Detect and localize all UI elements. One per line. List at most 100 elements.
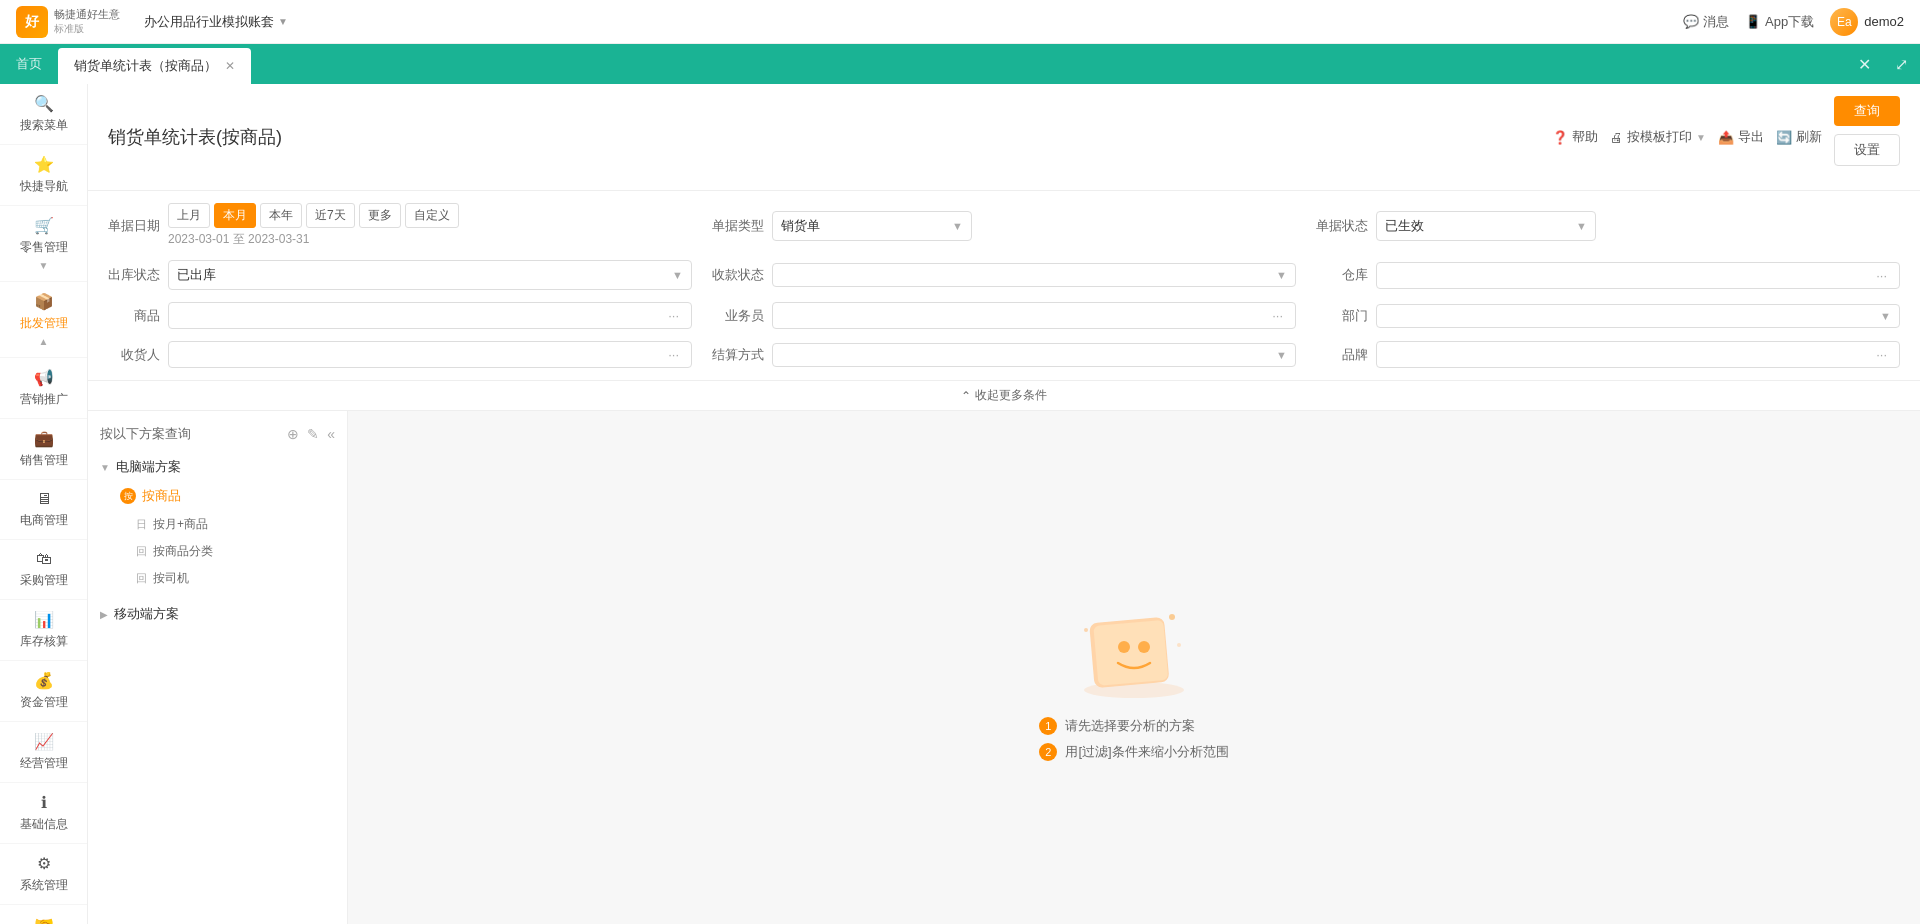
pc-group-label: 电脑端方案: [116, 458, 181, 476]
warehouse-ellipsis-icon[interactable]: ···: [1872, 268, 1891, 283]
filter-outstatus-item: 出库状态 已出库 ▼: [108, 260, 692, 290]
help-button[interactable]: ❓ 帮助: [1552, 128, 1598, 146]
nav-ecommerce-label: 电商管理: [20, 512, 68, 529]
hint-text-2: 用[过滤]条件来缩小分析范围: [1065, 743, 1228, 761]
salesperson-ellipsis-icon[interactable]: ···: [1268, 308, 1287, 323]
nav-enterprise[interactable]: 🤝 企业协同: [0, 905, 87, 924]
tab-window-close-icon[interactable]: ✕: [1846, 55, 1883, 74]
query-button[interactable]: 查询: [1834, 96, 1900, 126]
nav-search-menu[interactable]: 🔍 搜索菜单: [0, 84, 87, 145]
nav-marketing[interactable]: 📢 营销推广: [0, 358, 87, 419]
mobile-group-toggle-icon: ▶: [100, 609, 108, 620]
nav-system[interactable]: ⚙ 系统管理: [0, 844, 87, 905]
nav-retail-label: 零售管理: [20, 239, 68, 256]
filter-brand-input[interactable]: ···: [1376, 341, 1900, 368]
nav-wholesale[interactable]: 📦 批发管理 ▲: [0, 282, 87, 358]
filter-warehouse-label: 仓库: [1316, 266, 1376, 284]
nav-ecommerce[interactable]: 🖥 电商管理: [0, 480, 87, 540]
settings-button[interactable]: 设置: [1834, 134, 1900, 166]
mobile-group-label: 移动端方案: [114, 605, 179, 623]
filter-receiver-input[interactable]: ···: [168, 341, 692, 368]
scheme-item-by-month-goods[interactable]: 日 按月+商品: [88, 511, 347, 538]
empty-svg: [1064, 575, 1204, 705]
tab-home[interactable]: 首页: [0, 44, 58, 84]
tab-report[interactable]: 销货单统计表（按商品） ✕: [58, 48, 251, 84]
scheme-mobile-group-header[interactable]: ▶ 移动端方案: [88, 600, 347, 628]
hint-num-2: 2: [1039, 743, 1057, 761]
filter-docstatus-select[interactable]: 已生效 ▼: [1376, 211, 1596, 241]
by-goods-icon: 按: [120, 488, 136, 504]
scheme-pc-group-header[interactable]: ▼ 电脑端方案: [88, 453, 347, 481]
filter-docstatus-item: 单据状态 已生效 ▼: [1316, 211, 1900, 241]
export-label: 导出: [1738, 128, 1764, 146]
nav-sales[interactable]: 💼 销售管理: [0, 419, 87, 480]
by-cashier-label: 按司机: [153, 570, 189, 587]
goods-ellipsis-icon[interactable]: ···: [664, 308, 683, 323]
filter-salesperson-input[interactable]: ···: [772, 302, 1296, 329]
topbar: 好 畅捷通好生意 标准版 办公用品行业模拟账套 ▼ 💬 消息 📱 App下载 E…: [0, 0, 1920, 44]
filter-outstatus-label: 出库状态: [108, 266, 168, 284]
filter-goods-input[interactable]: ···: [168, 302, 692, 329]
print-button[interactable]: 🖨 按模板打印 ▼: [1610, 128, 1706, 146]
inventory-icon: 📊: [34, 610, 54, 629]
filter-payment-select[interactable]: ▼: [772, 343, 1296, 367]
tab-maximize-icon[interactable]: ⤢: [1883, 55, 1920, 74]
scheme-edit-icon[interactable]: ✎: [307, 426, 319, 442]
scheme-add-icon[interactable]: ⊕: [287, 426, 299, 442]
svg-point-6: [1084, 628, 1088, 632]
by-goods-cat-label: 按商品分类: [153, 543, 213, 560]
date-btn-prev-month[interactable]: 上月: [168, 203, 210, 228]
nav-basic[interactable]: ℹ 基础信息: [0, 783, 87, 844]
workspace-selector[interactable]: 办公用品行业模拟账套 ▼: [144, 13, 288, 31]
star-icon: ⭐: [34, 155, 54, 174]
scheme-collapse-icon[interactable]: «: [327, 426, 335, 442]
empty-hint-2: 2 用[过滤]条件来缩小分析范围: [1039, 743, 1228, 761]
outstatus-dropdown-icon: ▼: [672, 269, 683, 281]
basic-icon: ℹ: [41, 793, 47, 812]
filter-warehouse-input[interactable]: ···: [1376, 262, 1900, 289]
nav-finance[interactable]: 💰 资金管理: [0, 661, 87, 722]
date-btn-cur-year[interactable]: 本年: [260, 203, 302, 228]
collapse-btn[interactable]: ⌃ 收起更多条件: [961, 387, 1047, 404]
filter-dept-item: 部门 ▼: [1316, 304, 1900, 328]
date-btn-more[interactable]: 更多: [359, 203, 401, 228]
export-icon: 📤: [1718, 130, 1734, 145]
refresh-button[interactable]: 🔄 刷新: [1776, 128, 1822, 146]
scheme-item-by-goods[interactable]: 按 按商品: [88, 481, 347, 511]
collapse-row[interactable]: ⌃ 收起更多条件: [88, 381, 1920, 411]
filter-outstatus-select[interactable]: 已出库 ▼: [168, 260, 692, 290]
filter-doctype-select[interactable]: 销货单 ▼: [772, 211, 972, 241]
receiver-ellipsis-icon[interactable]: ···: [664, 347, 683, 362]
filter-row-2: 出库状态 已出库 ▼ 收款状态 ▼ 仓库: [108, 260, 1900, 290]
user-area[interactable]: Ea demo2: [1830, 8, 1904, 36]
message-button[interactable]: 💬 消息: [1683, 13, 1729, 31]
date-btn-7days[interactable]: 近7天: [306, 203, 355, 228]
filter-salesperson-item: 业务员 ···: [712, 302, 1296, 329]
scheme-item-by-goods-cat[interactable]: 回 按商品分类: [88, 538, 347, 565]
nav-quick-nav[interactable]: ⭐ 快捷导航: [0, 145, 87, 206]
print-icon: 🖨: [1610, 130, 1623, 145]
user-name: demo2: [1864, 14, 1904, 29]
retail-arrow-icon: ▼: [39, 260, 49, 271]
filter-dept-label: 部门: [1316, 307, 1376, 325]
tab-close-icon[interactable]: ✕: [225, 59, 235, 73]
filter-dept-select[interactable]: ▼: [1376, 304, 1900, 328]
svg-point-7: [1177, 643, 1181, 647]
date-btn-custom[interactable]: 自定义: [405, 203, 459, 228]
filter-brand-label: 品牌: [1316, 346, 1376, 364]
nav-purchase[interactable]: 🛍 采购管理: [0, 540, 87, 600]
app-download-button[interactable]: 📱 App下载: [1745, 13, 1814, 31]
nav-ops[interactable]: 📈 经营管理: [0, 722, 87, 783]
nav-inventory[interactable]: 📊 库存核算: [0, 600, 87, 661]
export-button[interactable]: 📤 导出: [1718, 128, 1764, 146]
brand-ellipsis-icon[interactable]: ···: [1872, 347, 1891, 362]
svg-point-5: [1169, 614, 1175, 620]
empty-hint-1: 1 请先选择要分析的方案: [1039, 717, 1195, 735]
logo-area[interactable]: 好 畅捷通好生意 标准版: [16, 6, 120, 38]
filter-receiptstatus-select[interactable]: ▼: [772, 263, 1296, 287]
filter-doctype-item: 单据类型 销货单 ▼: [712, 211, 1296, 241]
svg-rect-2: [1093, 619, 1168, 685]
scheme-item-by-cashier[interactable]: 回 按司机: [88, 565, 347, 592]
nav-retail[interactable]: 🛒 零售管理 ▼: [0, 206, 87, 282]
date-btn-cur-month[interactable]: 本月: [214, 203, 256, 228]
